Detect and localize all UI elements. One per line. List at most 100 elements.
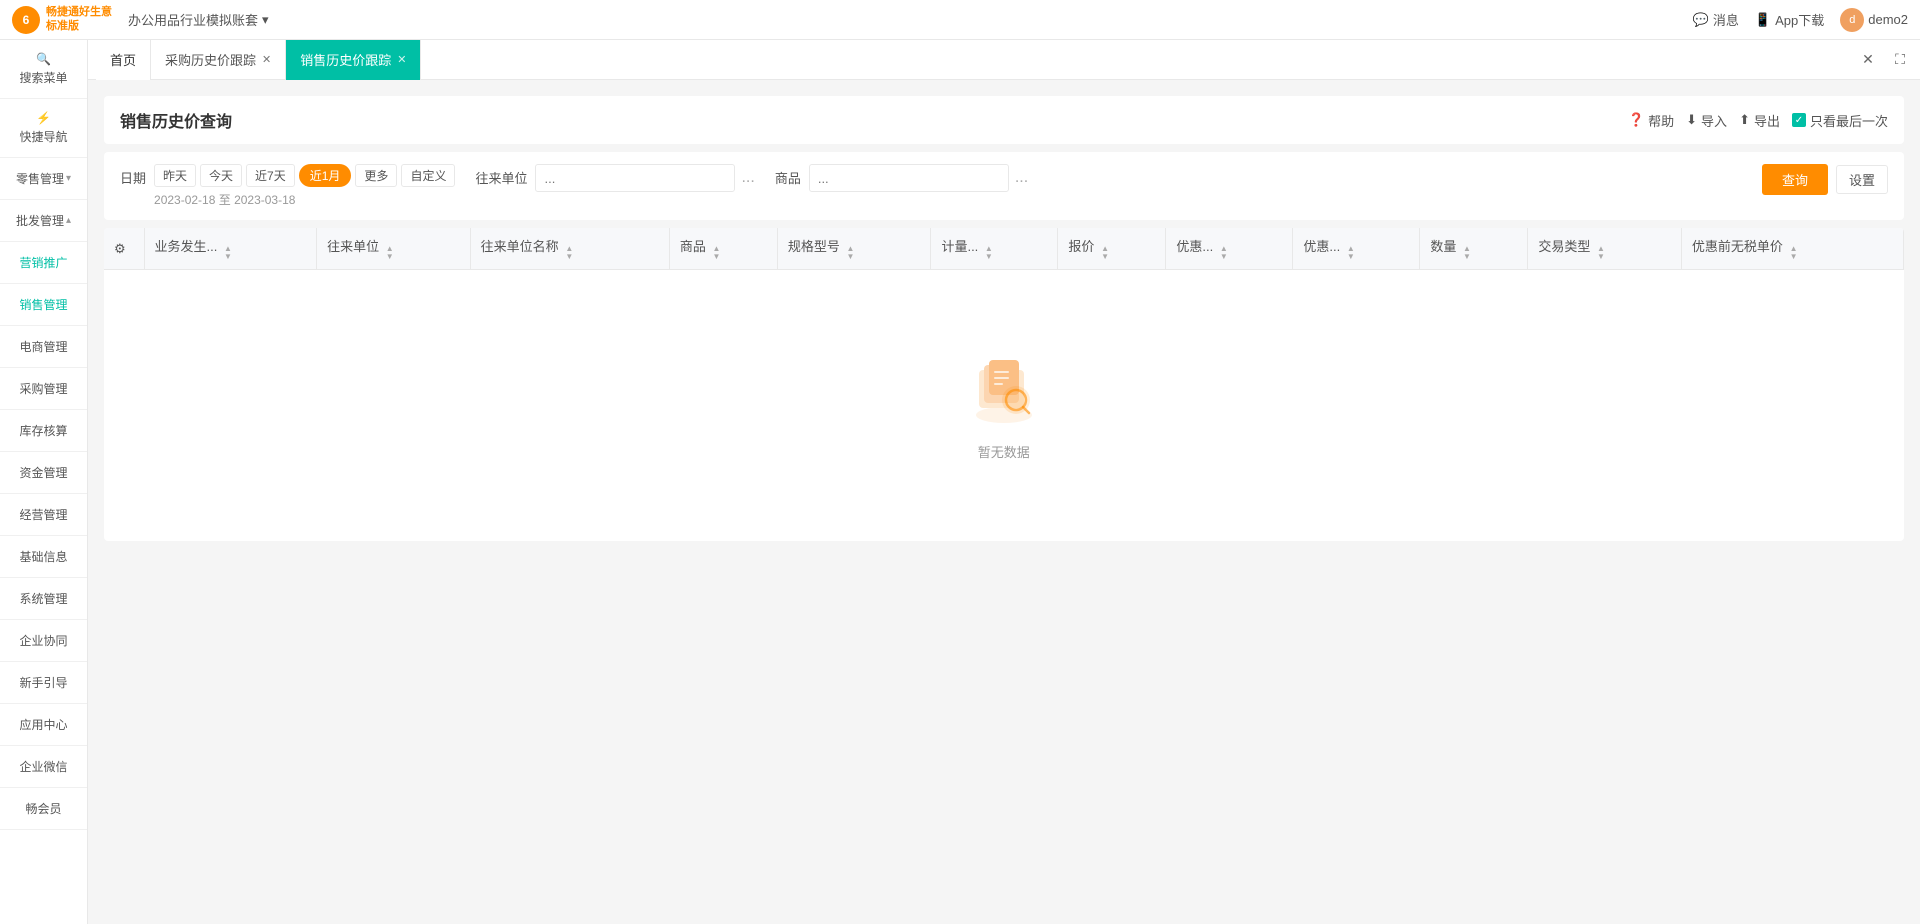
close-all-tabs-btn[interactable]: ✕ <box>1856 48 1880 72</box>
page-header: 销售历史价查询 ❓ 帮助 ⬇ 导入 ⬆ 导出 ✓ <box>104 96 1904 144</box>
date-buttons: 昨天 今天 近7天 近1月 更多 自定义 <box>154 164 455 187</box>
th-biz-date[interactable]: 业务发生... ▲▼ <box>144 228 317 270</box>
sidebar-item-wechat[interactable]: 企业微信 <box>0 746 87 788</box>
th-pretax-price[interactable]: 优惠前无税单价 ▲▼ <box>1681 228 1903 270</box>
partner-input-group: ... <box>535 164 754 192</box>
sort-icon: ▲▼ <box>1597 245 1605 261</box>
sidebar-item-enterprise[interactable]: 企业协同 <box>0 620 87 662</box>
close-sales-tab-icon[interactable]: ✕ <box>397 53 406 66</box>
goods-picker-icon[interactable]: ... <box>1015 169 1028 187</box>
sidebar-item-finance[interactable]: 资金管理 <box>0 452 87 494</box>
th-spec[interactable]: 规格型号 ▲▼ <box>777 228 931 270</box>
user-menu[interactable]: d demo2 <box>1840 8 1908 32</box>
date-btn-1month[interactable]: 近1月 <box>299 164 352 187</box>
goods-input[interactable] <box>809 164 1009 192</box>
date-btn-custom[interactable]: 自定义 <box>401 164 455 187</box>
filter-dates: 昨天 今天 近7天 近1月 更多 自定义 2023-02-18 至 2023-0… <box>154 164 455 208</box>
chevron-down-icon: ▾ <box>262 12 269 28</box>
th-partner-code[interactable]: 往来单位 ▲▼ <box>317 228 471 270</box>
th-goods[interactable]: 商品 ▲▼ <box>669 228 777 270</box>
sidebar-item-member[interactable]: 畅会员 <box>0 788 87 830</box>
table-container: ⚙ 业务发生... ▲▼ 往来单位 ▲▼ 往来单位名称 <box>104 228 1904 541</box>
filter-actions: 查询 设置 <box>1762 164 1888 195</box>
help-btn[interactable]: ❓ 帮助 <box>1628 111 1674 130</box>
table-header-row: ⚙ 业务发生... ▲▼ 往来单位 ▲▼ 往来单位名称 <box>104 228 1904 270</box>
only-last-toggle[interactable]: ✓ 只看最后一次 <box>1792 111 1888 130</box>
page-header-actions: ❓ 帮助 ⬇ 导入 ⬆ 导出 ✓ 只看最后一次 <box>1628 111 1888 130</box>
search-icon: 🔍 <box>36 52 51 66</box>
page-content: 销售历史价查询 ❓ 帮助 ⬇ 导入 ⬆ 导出 ✓ <box>88 80 1920 924</box>
empty-row: 暂无数据 <box>104 270 1904 542</box>
partner-picker-icon[interactable]: ... <box>741 169 754 187</box>
th-partner-name[interactable]: 往来单位名称 ▲▼ <box>470 228 669 270</box>
close-purchase-tab-icon[interactable]: ✕ <box>262 53 271 66</box>
query-button[interactable]: 查询 <box>1762 164 1828 195</box>
sort-icon: ▲▼ <box>1347 245 1355 261</box>
sidebar-item-system[interactable]: 系统管理 <box>0 578 87 620</box>
empty-state-icon <box>964 350 1044 430</box>
sidebar-item-marketing[interactable]: 营销推广 <box>0 242 87 284</box>
sidebar-item-apps[interactable]: 应用中心 <box>0 704 87 746</box>
help-icon: ❓ <box>1628 112 1644 128</box>
sidebar-item-wholesale[interactable]: 批发管理 ▴ <box>0 200 87 242</box>
sort-icon: ▲▼ <box>386 245 394 261</box>
top-bar-right: 💬 消息 📱 App下载 d demo2 <box>1693 8 1908 32</box>
date-btn-7days[interactable]: 近7天 <box>246 164 295 187</box>
settings-icon[interactable]: ⚙ <box>114 241 126 256</box>
th-unit[interactable]: 计量... ▲▼ <box>931 228 1058 270</box>
logo-area: 6 畅捷通好生意 标准版 <box>12 6 112 34</box>
sort-icon: ▲▼ <box>713 245 721 261</box>
sidebar-item-operations[interactable]: 经营管理 <box>0 494 87 536</box>
export-btn[interactable]: ⬆ 导出 <box>1739 111 1780 130</box>
app-download-btn[interactable]: 📱 App下载 <box>1755 10 1824 29</box>
table-head: ⚙ 业务发生... ▲▼ 往来单位 ▲▼ 往来单位名称 <box>104 228 1904 270</box>
tab-home[interactable]: 首页 <box>96 40 151 80</box>
main-layout: 🔍 搜索菜单 ⚡ 快捷导航 零售管理 ▾ 批发管理 ▴ 营销推广 销售管理 电商… <box>0 40 1920 924</box>
data-table: ⚙ 业务发生... ▲▼ 往来单位 ▲▼ 往来单位名称 <box>104 228 1904 541</box>
sort-icon: ▲▼ <box>1101 245 1109 261</box>
sort-icon: ▲▼ <box>565 245 573 261</box>
app-selector[interactable]: 办公用品行业模拟账套 ▾ <box>120 10 277 29</box>
chevron-up-icon: ▴ <box>66 215 71 226</box>
th-discount1[interactable]: 优惠... ▲▼ <box>1166 228 1293 270</box>
message-btn[interactable]: 💬 消息 <box>1693 10 1739 29</box>
sidebar-item-purchase-mgmt[interactable]: 采购管理 <box>0 368 87 410</box>
sidebar-item-ecommerce[interactable]: 电商管理 <box>0 326 87 368</box>
th-discount2[interactable]: 优惠... ▲▼ <box>1293 228 1420 270</box>
tab-actions: ✕ ⛶ <box>1856 48 1912 72</box>
logo-icon: 6 <box>12 6 40 34</box>
sidebar-item-sales-mgmt[interactable]: 销售管理 <box>0 284 87 326</box>
tab-purchase[interactable]: 采购历史价跟踪 ✕ <box>151 40 286 80</box>
sort-icon: ▲▼ <box>1463 245 1471 261</box>
sidebar-item-retail[interactable]: 零售管理 ▾ <box>0 158 87 200</box>
sidebar-item-inventory[interactable]: 库存核算 <box>0 410 87 452</box>
date-btn-more[interactable]: 更多 <box>355 164 397 187</box>
goods-filter-group: 商品 ... <box>775 164 1028 192</box>
checkbox-icon: ✓ <box>1792 113 1806 127</box>
sort-icon: ▲▼ <box>985 245 993 261</box>
import-icon: ⬇ <box>1686 112 1697 128</box>
tab-sales[interactable]: 销售历史价跟踪 ✕ <box>286 40 421 80</box>
download-icon: 📱 <box>1755 12 1771 28</box>
date-btn-yesterday[interactable]: 昨天 <box>154 164 196 187</box>
sidebar-item-guide[interactable]: 新手引导 <box>0 662 87 704</box>
setting-button[interactable]: 设置 <box>1836 165 1888 194</box>
th-qty[interactable]: 数量 ▲▼ <box>1420 228 1528 270</box>
partner-input[interactable] <box>535 164 735 192</box>
goods-input-group: ... <box>809 164 1028 192</box>
sidebar-item-shortcut[interactable]: ⚡ 快捷导航 <box>0 99 87 158</box>
sidebar-item-basic-info[interactable]: 基础信息 <box>0 536 87 578</box>
empty-state: 暂无数据 <box>104 270 1904 541</box>
maximize-btn[interactable]: ⛶ <box>1888 48 1912 72</box>
sidebar-item-search[interactable]: 🔍 搜索菜单 <box>0 40 87 99</box>
th-trade-type[interactable]: 交易类型 ▲▼ <box>1528 228 1682 270</box>
date-btn-today[interactable]: 今天 <box>200 164 242 187</box>
date-filter-group: 日期 昨天 今天 近7天 近1月 更多 自定义 2023-02-18 至 202… <box>120 164 455 208</box>
import-btn[interactable]: ⬇ 导入 <box>1686 111 1727 130</box>
sidebar: 🔍 搜索菜单 ⚡ 快捷导航 零售管理 ▾ 批发管理 ▴ 营销推广 销售管理 电商… <box>0 40 88 924</box>
page-title: 销售历史价查询 <box>120 108 232 132</box>
th-quote[interactable]: 报价 ▲▼ <box>1058 228 1166 270</box>
avatar: d <box>1840 8 1864 32</box>
sort-icon: ▲▼ <box>1220 245 1228 261</box>
empty-text: 暂无数据 <box>978 442 1030 461</box>
